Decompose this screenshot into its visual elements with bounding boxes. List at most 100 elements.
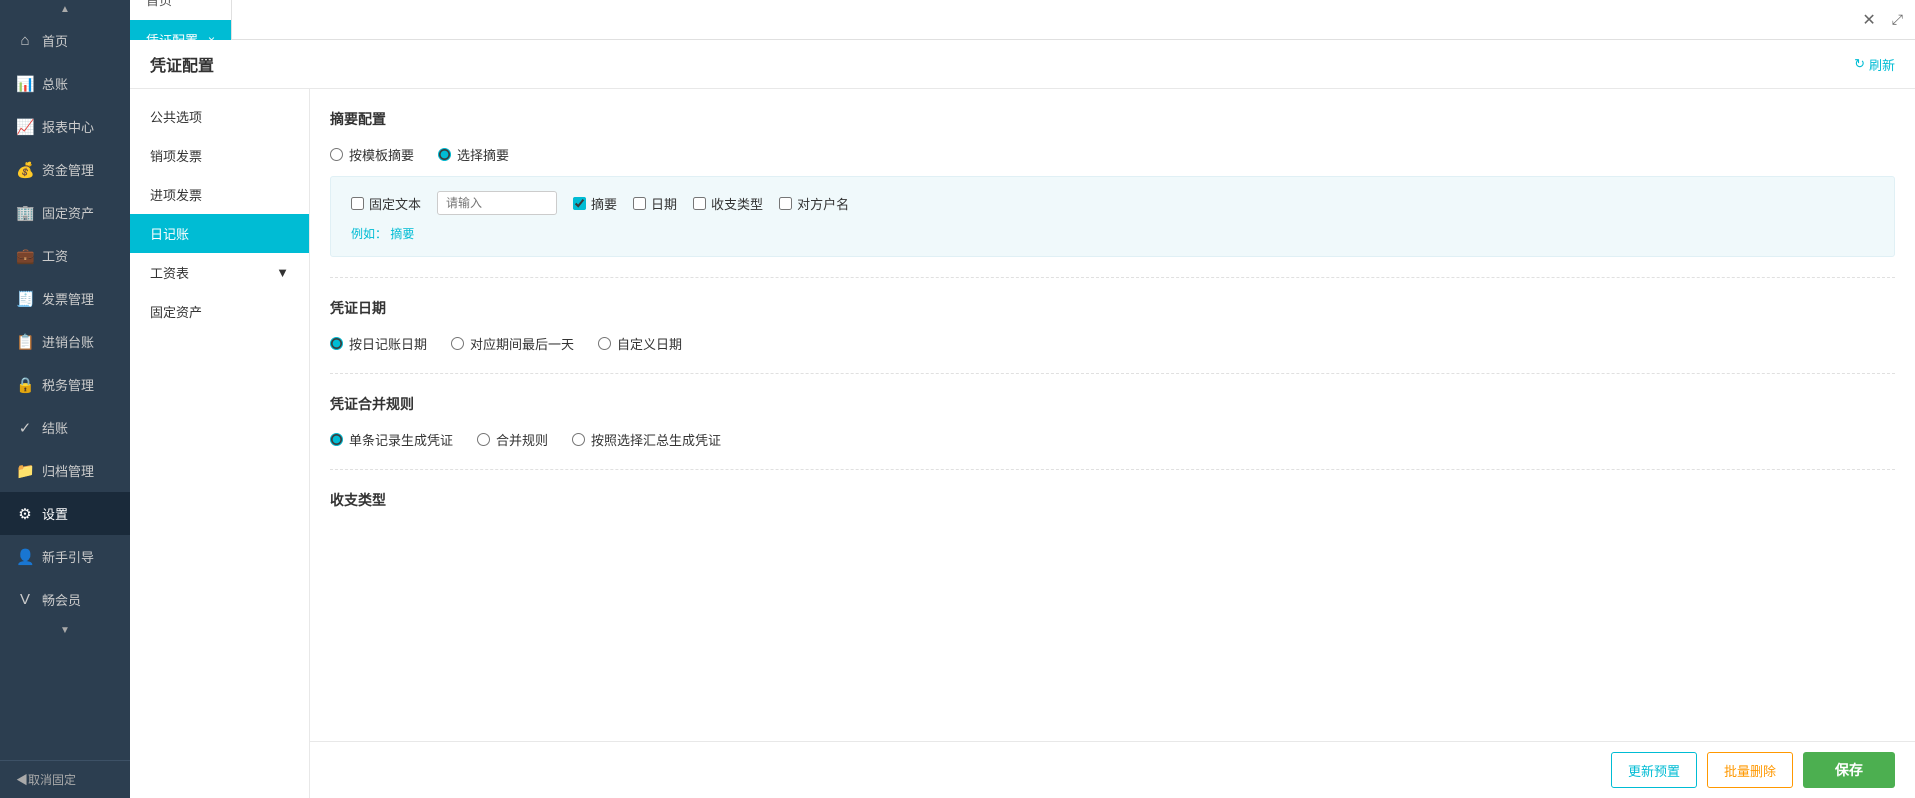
summary-radio-template-label: 按模板摘要	[349, 145, 414, 164]
unpin-label: ◀取消固定	[16, 771, 76, 788]
summary-config-box: 固定文本 摘要 日期	[330, 176, 1895, 257]
date-radio-custom-label: 自定义日期	[617, 334, 682, 353]
invoice-mgmt-icon: 🧾	[16, 290, 34, 308]
checkbox-date[interactable]: 日期	[633, 194, 677, 213]
sidebar-item-label-vip: 畅会员	[42, 590, 81, 609]
save-button[interactable]: 保存	[1803, 752, 1895, 788]
left-menu-label-public: 公共选项	[150, 107, 202, 126]
batch-delete-button[interactable]: 批量删除	[1707, 752, 1793, 788]
date-radio-journal-input[interactable]	[330, 337, 343, 350]
summary-radio-template[interactable]: 按模板摘要	[330, 145, 414, 164]
left-menu-journal[interactable]: 日记账	[130, 214, 309, 253]
summary-radio-select[interactable]: 选择摘要	[438, 145, 509, 164]
merge-radio-single-label: 单条记录生成凭证	[349, 430, 453, 449]
sidebar-item-funds[interactable]: 💰资金管理	[0, 148, 130, 191]
sidebar-item-label-home: 首页	[42, 31, 68, 50]
checkbox-fixed-text[interactable]: 固定文本	[351, 194, 421, 213]
tab-bar-actions: ✕ ⤢	[1858, 6, 1915, 34]
sidebar-item-vip[interactable]: V 畅会员	[0, 578, 130, 621]
sidebar-item-assets[interactable]: 🏢固定资产	[0, 191, 130, 234]
summary-radio-template-input[interactable]	[330, 148, 343, 161]
sidebar-item-tax-mgmt[interactable]: 🔒税务管理	[0, 363, 130, 406]
merge-rules-radio-group: 单条记录生成凭证 合并规则 按照选择汇总生成凭证	[330, 430, 1895, 449]
left-menu-fixed-assets[interactable]: 固定资产	[130, 292, 309, 331]
merge-radio-single-input[interactable]	[330, 433, 343, 446]
sidebar-item-label-tax-mgmt: 税务管理	[42, 375, 94, 394]
page-title: 凭证配置	[150, 52, 214, 76]
sidebar-item-label-ledger: 总账	[42, 74, 68, 93]
checkbox-date-input[interactable]	[633, 197, 646, 210]
sidebar-item-label-archive: 归档管理	[42, 461, 94, 480]
income-type-title: 收支类型	[330, 490, 1895, 510]
fixed-text-input[interactable]	[437, 191, 557, 215]
settings-icon: ⚙	[16, 505, 34, 523]
sidebar-item-guide[interactable]: 👤 新手引导	[0, 535, 130, 578]
sidebar-item-label-reports: 报表中心	[42, 117, 94, 136]
sidebar-item-ledger[interactable]: 📊 总账	[0, 62, 130, 105]
checkbox-summary-input[interactable]	[573, 197, 586, 210]
left-menu-label-purchase-invoice: 进项发票	[150, 185, 202, 204]
refresh-icon: ↻	[1854, 56, 1865, 72]
merge-radio-merge-input[interactable]	[477, 433, 490, 446]
checkbox-income-type-label: 收支类型	[711, 194, 763, 213]
content-area: 凭证配置 ↻ 刷新 公共选项销项发票进项发票日记账工资表▼固定资产 摘要配置	[130, 40, 1915, 798]
sidebar-unpin[interactable]: ◀取消固定	[0, 760, 130, 798]
date-radio-period-label: 对应期间最后一天	[470, 334, 574, 353]
sidebar-item-archive[interactable]: 📁归档管理	[0, 449, 130, 492]
vip-icon: V	[16, 591, 34, 608]
sidebar-item-settlement[interactable]: ✓结账	[0, 406, 130, 449]
left-menu-arrow-payroll: ▼	[276, 265, 289, 280]
income-type-section: 收支类型	[330, 490, 1895, 536]
sidebar-item-wages[interactable]: 💼工资	[0, 234, 130, 277]
settlement-icon: ✓	[16, 419, 34, 437]
sidebar-scroll-down[interactable]: ▼	[0, 621, 130, 640]
tab-home-tab[interactable]: 首页	[130, 0, 232, 20]
checkbox-counterparty-input[interactable]	[779, 197, 792, 210]
date-radio-period[interactable]: 对应期间最后一天	[451, 334, 574, 353]
checkbox-fixed-text-input[interactable]	[351, 197, 364, 210]
checkbox-fixed-text-label: 固定文本	[369, 194, 421, 213]
date-radio-journal[interactable]: 按日记账日期	[330, 334, 427, 353]
home-icon: ⌂	[16, 32, 34, 49]
merge-radio-merge[interactable]: 合并规则	[477, 430, 548, 449]
assets-icon: 🏢	[16, 204, 34, 222]
summary-radio-select-input[interactable]	[438, 148, 451, 161]
merge-radio-batch-input[interactable]	[572, 433, 585, 446]
merge-radio-single[interactable]: 单条记录生成凭证	[330, 430, 453, 449]
checkbox-summary[interactable]: 摘要	[573, 194, 617, 213]
refresh-button[interactable]: ↻ 刷新	[1854, 55, 1895, 74]
right-content: 摘要配置 按模板摘要 选择摘要	[310, 89, 1915, 741]
update-preset-button[interactable]: 更新预置	[1611, 752, 1697, 788]
reports-icon: 📈	[16, 118, 34, 136]
sidebar-item-invoice-mgmt[interactable]: 🧾发票管理	[0, 277, 130, 320]
sidebar-item-reports[interactable]: 📈 报表中心	[0, 105, 130, 148]
sidebar-item-label-guide: 新手引导	[42, 547, 94, 566]
bottom-bar: 更新预置 批量删除 保存	[310, 741, 1915, 798]
date-radio-period-input[interactable]	[451, 337, 464, 350]
summary-config-section: 摘要配置 按模板摘要 选择摘要	[330, 109, 1895, 278]
guide-icon: 👤	[16, 548, 34, 566]
ledger-icon: 📊	[16, 75, 34, 93]
close-window-button[interactable]: ✕	[1858, 6, 1879, 34]
sidebar-item-purchase-sales[interactable]: 📋进销台账	[0, 320, 130, 363]
sidebar: ▲ ⌂ 首页 📊 总账 📈 报表中心 💰资金管理🏢固定资产💼工资🧾发票管理📋进销台账🔒税务管…	[0, 0, 130, 798]
left-menu-sales-invoice[interactable]: 销项发票	[130, 136, 309, 175]
checkbox-date-label: 日期	[651, 194, 677, 213]
sidebar-item-settings[interactable]: ⚙设置	[0, 492, 130, 535]
checkbox-counterparty[interactable]: 对方户名	[779, 194, 849, 213]
left-menu-public[interactable]: 公共选项	[130, 97, 309, 136]
date-radio-custom-input[interactable]	[598, 337, 611, 350]
left-menu-payroll[interactable]: 工资表▼	[130, 253, 309, 292]
left-menu-purchase-invoice[interactable]: 进项发票	[130, 175, 309, 214]
restore-window-button[interactable]: ⤢	[1888, 7, 1907, 32]
body-layout: 公共选项销项发票进项发票日记账工资表▼固定资产 摘要配置 按模板摘要	[130, 89, 1915, 798]
checkbox-income-type[interactable]: 收支类型	[693, 194, 763, 213]
date-radio-custom[interactable]: 自定义日期	[598, 334, 682, 353]
left-menu-label-journal: 日记账	[150, 224, 189, 243]
sidebar-scroll-up[interactable]: ▲	[0, 0, 130, 19]
left-menu-label-sales-invoice: 销项发票	[150, 146, 202, 165]
merge-radio-batch[interactable]: 按照选择汇总生成凭证	[572, 430, 721, 449]
sidebar-item-label-purchase-sales: 进销台账	[42, 332, 94, 351]
checkbox-income-type-input[interactable]	[693, 197, 706, 210]
sidebar-item-home[interactable]: ⌂ 首页	[0, 19, 130, 62]
